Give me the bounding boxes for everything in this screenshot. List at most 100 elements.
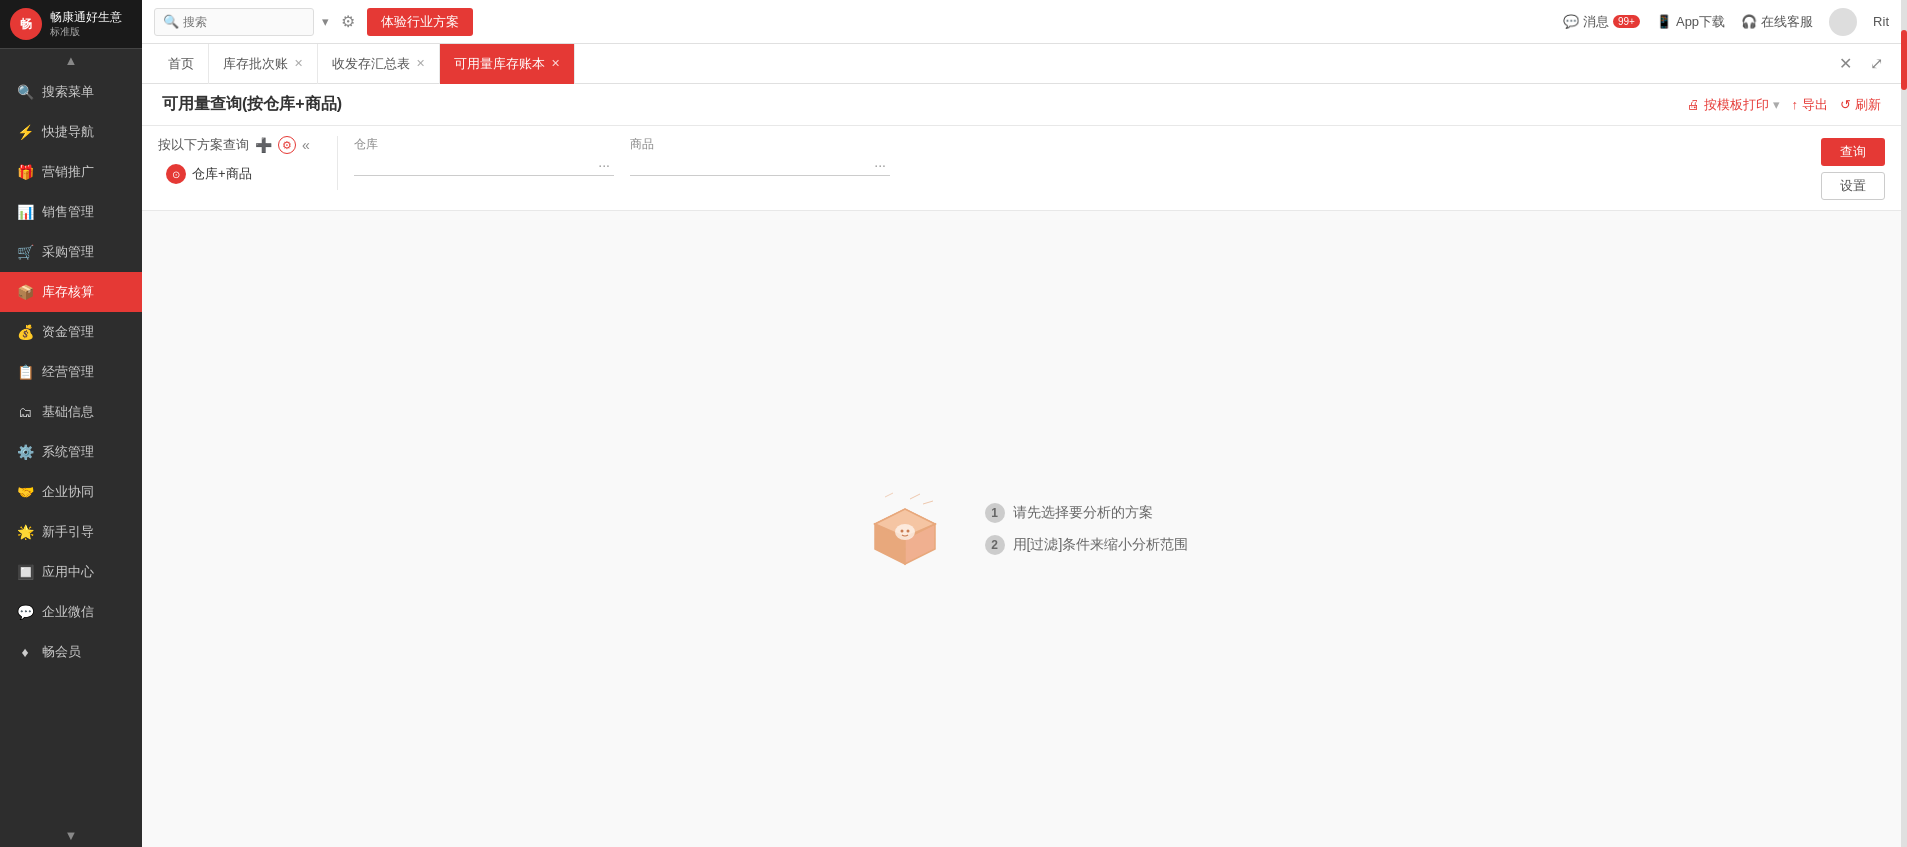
tip-text-1: 请先选择要分析的方案 — [1013, 504, 1153, 522]
inventory-icon: 📦 — [16, 284, 34, 300]
quick-nav-icon: ⚡ — [16, 124, 34, 140]
app-center-icon: 🔲 — [16, 564, 34, 580]
tab-available-ledger-close[interactable]: ✕ — [551, 57, 560, 70]
tab-receive-summary[interactable]: 收发存汇总表 ✕ — [318, 44, 440, 84]
tab-receive-summary-close[interactable]: ✕ — [416, 57, 425, 70]
right-scrollbar-thumb[interactable] — [1901, 30, 1907, 90]
right-scrollbar — [1901, 0, 1907, 847]
sidebar-item-wechat[interactable]: 💬 企业微信 — [0, 592, 142, 632]
guide-icon: 🌟 — [16, 524, 34, 540]
sidebar-item-guide[interactable]: 🌟 新手引导 — [0, 512, 142, 552]
sidebar-item-label: 企业微信 — [42, 603, 94, 621]
printer-icon: 🖨 — [1687, 97, 1700, 112]
scheme-item-label: 仓库+商品 — [192, 165, 252, 183]
username-label: Rit — [1873, 14, 1889, 29]
basic-icon: 🗂 — [16, 404, 34, 420]
svg-line-8 — [923, 501, 933, 504]
topbar-search-wrap[interactable]: 🔍 — [154, 8, 314, 36]
sidebar-item-label: 采购管理 — [42, 243, 94, 261]
warehouse-more-icon[interactable]: ··· — [598, 157, 610, 173]
sidebar-menu: 🔍 搜索菜单 ⚡ 快捷导航 🎁 营销推广 📊 销售管理 🛒 采购管理 📦 库存核… — [0, 72, 142, 824]
sidebar-item-basic[interactable]: 🗂 基础信息 — [0, 392, 142, 432]
tab-home[interactable]: 首页 — [154, 44, 209, 84]
wechat-icon: 💬 — [16, 604, 34, 620]
query-button[interactable]: 查询 — [1821, 138, 1885, 166]
sidebar-item-cooperation[interactable]: 🤝 企业协同 — [0, 472, 142, 512]
app-download-label: App下载 — [1676, 13, 1725, 31]
svg-line-7 — [910, 494, 920, 499]
sidebar-item-system[interactable]: ⚙️ 系统管理 — [0, 432, 142, 472]
query-actions: 查询 设置 — [1821, 136, 1885, 200]
empty-tip-2: 2 用[过滤]条件来缩小分析范围 — [985, 535, 1189, 555]
svg-line-9 — [885, 493, 893, 497]
page-header-actions: 🖨 按模板打印 ▾ ↑ 导出 ↺ 刷新 — [1687, 96, 1882, 114]
tip-num-1: 1 — [985, 503, 1005, 523]
topbar-search-input[interactable] — [183, 15, 293, 29]
sidebar-item-operation[interactable]: 📋 经营管理 — [0, 352, 142, 392]
refresh-button[interactable]: ↺ 刷新 — [1840, 96, 1881, 114]
empty-tip-1: 1 请先选择要分析的方案 — [985, 503, 1189, 523]
sidebar-item-label: 营销推广 — [42, 163, 94, 181]
operation-icon: 📋 — [16, 364, 34, 380]
product-more-icon[interactable]: ··· — [874, 157, 886, 173]
sidebar-item-purchase[interactable]: 🛒 采购管理 — [0, 232, 142, 272]
empty-tips: 1 请先选择要分析的方案 2 用[过滤]条件来缩小分析范围 — [985, 503, 1189, 555]
tab-close-button[interactable]: ✕ — [1833, 50, 1858, 77]
sidebar-item-label: 销售管理 — [42, 203, 94, 221]
sidebar-scroll-down[interactable]: ▼ — [0, 824, 142, 847]
settings-button[interactable]: 设置 — [1821, 172, 1885, 200]
sidebar-item-marketing[interactable]: 🎁 营销推广 — [0, 152, 142, 192]
tab-available-ledger[interactable]: 可用量库存账本 ✕ — [440, 44, 575, 84]
sidebar-scroll-up[interactable]: ▲ — [0, 49, 142, 72]
sidebar-item-app-center[interactable]: 🔲 应用中心 — [0, 552, 142, 592]
sidebar-header: 畅 畅康通好生意 标准版 — [0, 0, 142, 49]
warehouse-input[interactable] — [358, 158, 594, 173]
user-avatar[interactable] — [1829, 8, 1857, 36]
sales-icon: 📊 — [16, 204, 34, 220]
empty-illustration — [855, 479, 955, 579]
industry-solution-button[interactable]: 体验行业方案 — [367, 8, 473, 36]
member-icon: ♦ — [16, 644, 34, 660]
message-button[interactable]: 💬 消息 99+ — [1563, 13, 1640, 31]
sidebar-item-sales[interactable]: 📊 销售管理 — [0, 192, 142, 232]
scheme-item-warehouse-product[interactable]: ⊙ 仓库+商品 — [158, 158, 325, 190]
export-icon: ↑ — [1792, 97, 1799, 112]
message-icon: 💬 — [1563, 14, 1579, 29]
tab-batch-account[interactable]: 库存批次账 ✕ — [209, 44, 318, 84]
empty-state-area: 1 请先选择要分析的方案 2 用[过滤]条件来缩小分析范围 — [142, 211, 1901, 847]
tab-expand-button[interactable]: ⤢ — [1864, 50, 1889, 77]
tabs-right-actions: ✕ ⤢ — [1833, 50, 1889, 77]
warehouse-input-wrap: ··· — [354, 155, 614, 176]
sidebar-item-label: 应用中心 — [42, 563, 94, 581]
page-title: 可用量查询(按仓库+商品) — [162, 94, 342, 115]
app-download-button[interactable]: 📱 App下载 — [1656, 13, 1725, 31]
collapse-icon[interactable]: « — [302, 137, 310, 153]
sidebar-item-search[interactable]: 🔍 搜索菜单 — [0, 72, 142, 112]
gear-icon[interactable]: ⚙ — [337, 8, 359, 35]
tab-batch-account-close[interactable]: ✕ — [294, 57, 303, 70]
sidebar-item-inventory[interactable]: 📦 库存核算 — [0, 272, 142, 312]
refresh-label: 刷新 — [1855, 96, 1881, 114]
sidebar-item-label: 经营管理 — [42, 363, 94, 381]
tab-bar: 首页 库存批次账 ✕ 收发存汇总表 ✕ 可用量库存账本 ✕ ✕ ⤢ — [142, 44, 1901, 84]
export-button[interactable]: ↑ 导出 — [1792, 96, 1829, 114]
sidebar-item-label: 资金管理 — [42, 323, 94, 341]
sidebar-item-quick-nav[interactable]: ⚡ 快捷导航 — [0, 112, 142, 152]
chevron-down-icon[interactable]: ▾ — [322, 14, 329, 29]
tab-home-label: 首页 — [168, 55, 194, 73]
online-service-button[interactable]: 🎧 在线客服 — [1741, 13, 1813, 31]
sidebar-item-member[interactable]: ♦ 畅会员 — [0, 632, 142, 672]
sidebar: 畅 畅康通好生意 标准版 ▲ 🔍 搜索菜单 ⚡ 快捷导航 🎁 营销推广 📊 销售… — [0, 0, 142, 847]
sidebar-item-label: 企业协同 — [42, 483, 94, 501]
filter-fields: 仓库 ··· 商品 ··· — [354, 136, 1805, 176]
sidebar-item-label: 基础信息 — [42, 403, 94, 421]
dropdown-icon: ▾ — [1773, 97, 1780, 112]
sidebar-item-finance[interactable]: 💰 资金管理 — [0, 312, 142, 352]
settings-scheme-icon[interactable]: ⚙ — [278, 136, 296, 154]
add-scheme-icon[interactable]: ➕ — [255, 137, 272, 153]
search-icon: 🔍 — [163, 14, 179, 29]
tab-batch-account-label: 库存批次账 — [223, 55, 288, 73]
print-button[interactable]: 🖨 按模板打印 ▾ — [1687, 96, 1780, 114]
product-input[interactable] — [634, 158, 870, 173]
svg-point-5 — [900, 530, 903, 533]
